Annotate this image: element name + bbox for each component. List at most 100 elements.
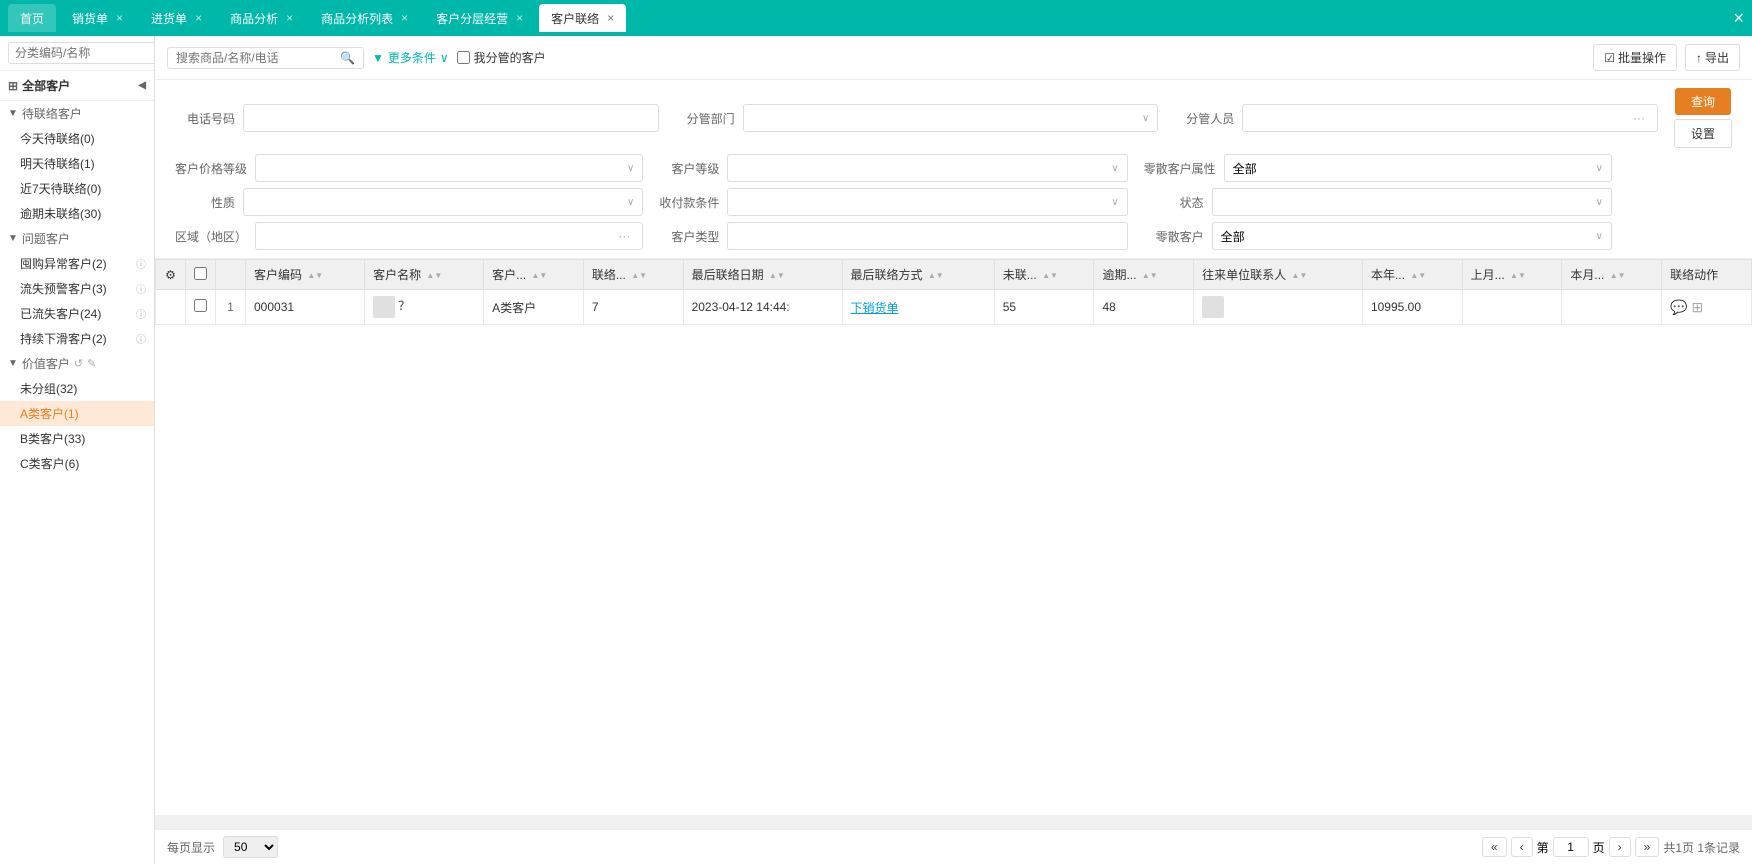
- edit-icon[interactable]: ✎: [87, 357, 96, 370]
- col-no-contact[interactable]: 未联... ▲▼: [994, 260, 1094, 290]
- ctype-label: 客户类型: [659, 228, 719, 245]
- col-type[interactable]: 客户... ▲▼: [484, 260, 584, 290]
- sidebar-item-churned[interactable]: 已流失客户(24) ⓘ: [0, 301, 154, 326]
- refresh-icon[interactable]: ↺: [74, 357, 83, 370]
- col-this-year[interactable]: 本年... ▲▼: [1362, 260, 1462, 290]
- content-area: 🔍 ▼ 更多条件 ∨ 我分管的客户 ☑ 批量操作 ↑ 导出: [155, 36, 1752, 864]
- my-customers-checkbox[interactable]: [457, 51, 470, 64]
- tab-customer-contact[interactable]: 客户联络 ×: [539, 4, 626, 32]
- sidebar-item-today[interactable]: 今天待联络(0): [0, 126, 154, 151]
- close-icon[interactable]: ×: [607, 11, 614, 25]
- row-last-month: [1462, 290, 1562, 325]
- tab-sales[interactable]: 销货单 ×: [60, 4, 135, 32]
- close-icon[interactable]: ×: [116, 11, 123, 25]
- col-this-month[interactable]: 本月... ▲▼: [1562, 260, 1662, 290]
- sidebar-item-declining[interactable]: 持续下滑客户(2) ⓘ: [0, 326, 154, 351]
- search-input[interactable]: [176, 51, 336, 65]
- chevron-down-icon: ∨: [627, 163, 634, 174]
- more-conditions-btn[interactable]: ▼ 更多条件 ∨: [372, 49, 449, 66]
- row-this-year: 10995.00: [1362, 290, 1462, 325]
- chat-icon[interactable]: 💬: [1670, 299, 1687, 316]
- retail-attr-select[interactable]: 全部 ∨: [1224, 154, 1612, 182]
- close-icon[interactable]: ×: [401, 11, 408, 25]
- close-all-icon[interactable]: ×: [1733, 8, 1744, 29]
- filter-cell-payment: 收付款条件 ∨: [651, 188, 1135, 216]
- tab-customer-tier[interactable]: 客户分层经营 ×: [424, 4, 535, 32]
- next-page-button[interactable]: ›: [1609, 837, 1631, 857]
- row-check[interactable]: [186, 290, 216, 325]
- sidebar-item-a-class[interactable]: A类客户(1): [0, 401, 154, 426]
- col-name[interactable]: 客户名称 ▲▼: [365, 260, 484, 290]
- col-overdue[interactable]: 逾期... ▲▼: [1094, 260, 1194, 290]
- tab-goods-analysis[interactable]: 商品分析 ×: [218, 4, 305, 32]
- status-select[interactable]: ∨: [1212, 188, 1612, 216]
- last-method-link[interactable]: 下销货单: [851, 301, 899, 315]
- group-label-pending[interactable]: ▼ 待联络客户: [0, 101, 154, 126]
- collapse-icon[interactable]: ◀: [138, 80, 146, 91]
- region-select[interactable]: ···: [255, 222, 643, 250]
- per-page-select[interactable]: 50 100 200: [223, 836, 278, 858]
- filter-cell-nature: 性质 ∨: [167, 188, 651, 216]
- last-page-button[interactable]: »: [1635, 837, 1660, 857]
- retail-select[interactable]: 全部 ∨: [1212, 222, 1612, 250]
- dots-icon[interactable]: ···: [614, 229, 634, 243]
- arrow-icon: ▼: [8, 358, 18, 369]
- sort-icon: ▲▼: [307, 271, 323, 280]
- col-code[interactable]: 客户编码 ▲▼: [246, 260, 365, 290]
- first-page-button[interactable]: «: [1482, 837, 1507, 857]
- col-last-date[interactable]: 最后联络日期 ▲▼: [683, 260, 842, 290]
- close-icon[interactable]: ×: [516, 11, 523, 25]
- close-icon[interactable]: ×: [195, 11, 202, 25]
- tab-purchase[interactable]: 进货单 ×: [139, 4, 214, 32]
- sidebar-search-input[interactable]: [8, 42, 155, 64]
- row-last-method[interactable]: 下销货单: [842, 290, 994, 325]
- col-check[interactable]: [186, 260, 216, 290]
- sort-icon: ▲▼: [631, 271, 647, 280]
- row-checkbox[interactable]: [194, 299, 207, 312]
- page-label: 第: [1537, 839, 1549, 856]
- tab-home[interactable]: 首页: [8, 4, 56, 32]
- phone-input[interactable]: [243, 104, 659, 132]
- sidebar-item-b-class[interactable]: B类客户(33): [0, 426, 154, 451]
- group-label-value[interactable]: ▼ 价值客户 ↺ ✎: [0, 351, 154, 376]
- sidebar-item-ungroup[interactable]: 未分组(32): [0, 376, 154, 401]
- export-icon: ↑: [1696, 51, 1702, 65]
- setting-button[interactable]: 设置: [1674, 119, 1732, 148]
- sidebar-item-overdue[interactable]: 逾期未联络(30): [0, 201, 154, 226]
- link-icon[interactable]: ⊞: [1692, 299, 1704, 316]
- staff-label: 分管人员: [1174, 110, 1234, 127]
- col-contact-person[interactable]: 往来单位联系人 ▲▼: [1194, 260, 1363, 290]
- current-page-input[interactable]: [1553, 837, 1589, 857]
- staff-select[interactable]: ···: [1242, 104, 1658, 132]
- select-all-checkbox[interactable]: [194, 267, 207, 280]
- search-icon[interactable]: 🔍: [340, 51, 355, 65]
- ctype-select[interactable]: [727, 222, 1127, 250]
- region-label: 区域（地区）: [175, 228, 247, 245]
- sidebar-item-week[interactable]: 近7天待联络(0): [0, 176, 154, 201]
- close-icon[interactable]: ×: [286, 11, 293, 25]
- col-last-month[interactable]: 上月... ▲▼: [1462, 260, 1562, 290]
- sidebar-item-abnormal[interactable]: 囤购异常客户(2) ⓘ: [0, 251, 154, 276]
- nature-select[interactable]: ∨: [243, 188, 643, 216]
- col-contact-count[interactable]: 联络... ▲▼: [583, 260, 683, 290]
- sidebar-item-churn-warn[interactable]: 流失预警客户(3) ⓘ: [0, 276, 154, 301]
- query-button[interactable]: 查询: [1675, 88, 1731, 115]
- sidebar-item-c-class[interactable]: C类客户(6): [0, 451, 154, 476]
- group-label-problem[interactable]: ▼ 问题客户: [0, 226, 154, 251]
- col-last-method[interactable]: 最后联络方式 ▲▼: [842, 260, 994, 290]
- prev-page-button[interactable]: ‹: [1511, 837, 1533, 857]
- sidebar-item-tomorrow[interactable]: 明天待联络(1): [0, 151, 154, 176]
- batch-operation-button[interactable]: ☑ 批量操作: [1593, 44, 1677, 71]
- horizontal-scrollbar[interactable]: [155, 815, 1752, 829]
- dots-icon[interactable]: ···: [1629, 111, 1649, 125]
- filter-cell-ctype: 客户类型: [651, 222, 1135, 250]
- all-customers-header[interactable]: ⊞ 全部客户 ◀: [0, 71, 154, 101]
- col-gear[interactable]: ⚙: [156, 260, 186, 290]
- level-select[interactable]: ∨: [727, 154, 1127, 182]
- filter-row-3: 性质 ∨ 收付款条件 ∨ 状态: [167, 188, 1740, 216]
- dept-select[interactable]: ∨: [743, 104, 1159, 132]
- tab-goods-list[interactable]: 商品分析列表 ×: [309, 4, 420, 32]
- payment-select[interactable]: ∨: [727, 188, 1127, 216]
- price-select[interactable]: ∨: [255, 154, 643, 182]
- export-button[interactable]: ↑ 导出: [1685, 44, 1740, 71]
